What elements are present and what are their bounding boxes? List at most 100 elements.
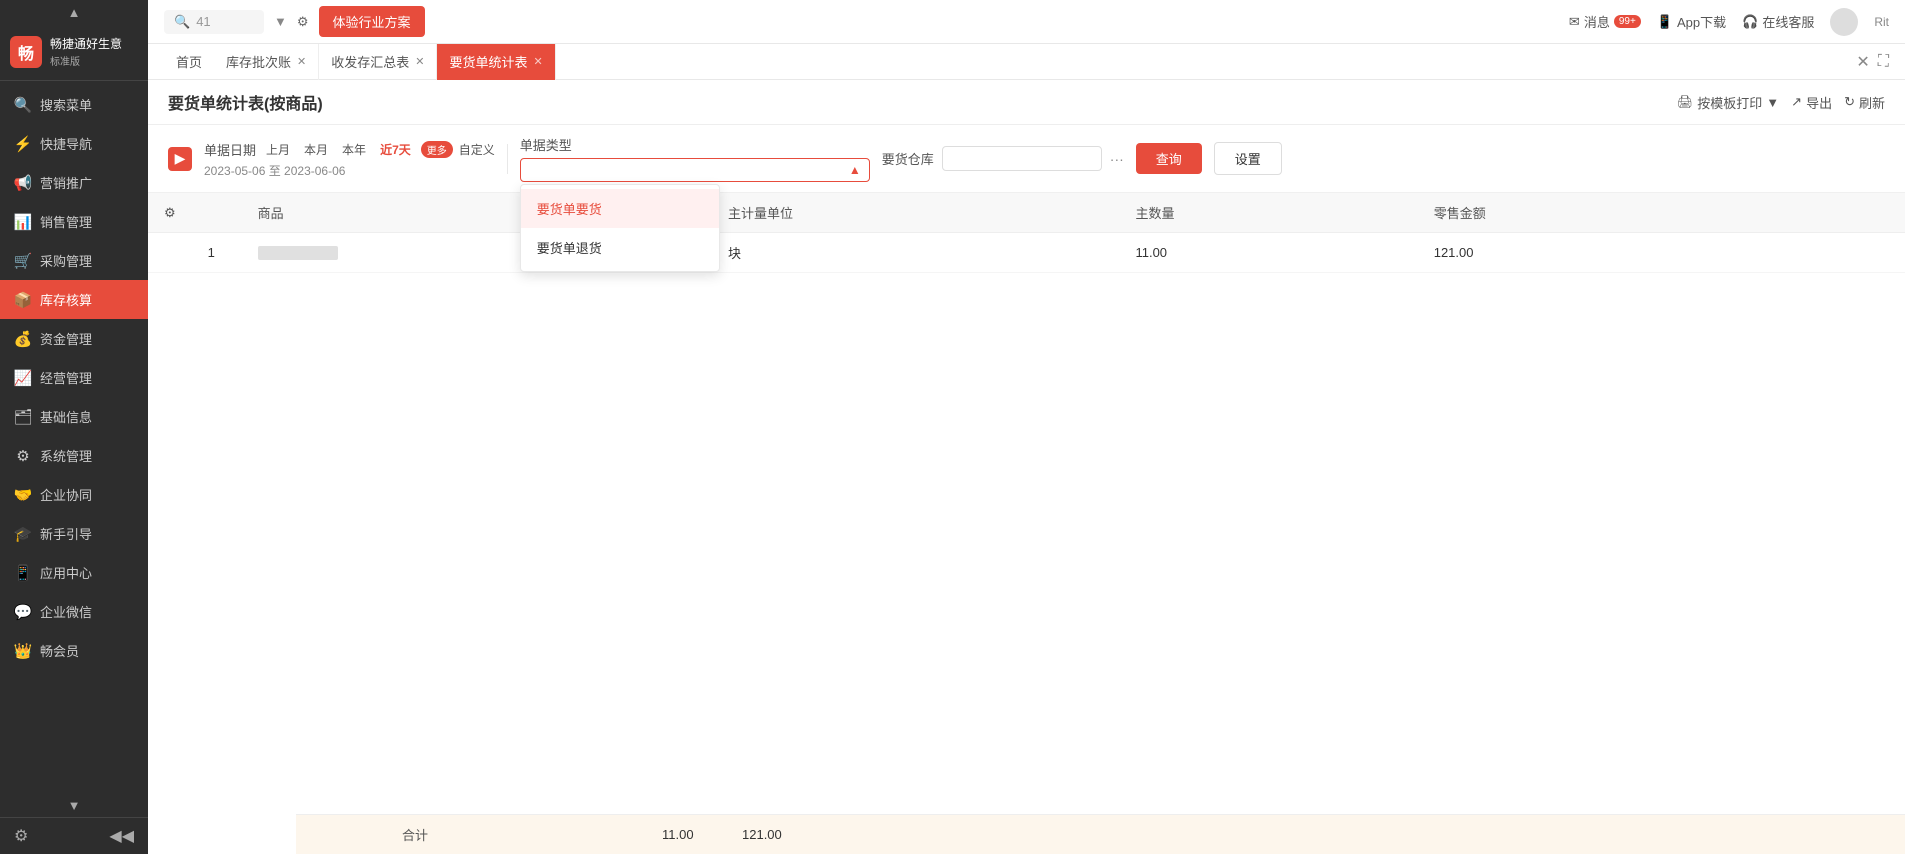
sidebar-item-app-center-label: 应用中心: [40, 563, 92, 582]
print-template-label: 按模板打印: [1697, 93, 1762, 112]
search-mini-icon: 🔍: [174, 14, 190, 30]
topbar-dropdown-icon[interactable]: ▼: [274, 14, 287, 29]
system-icon: ⚙: [14, 447, 32, 465]
online-service-button[interactable]: 🎧 在线客服: [1742, 12, 1814, 31]
tab-inventory-batch[interactable]: 库存批次账 ✕: [214, 44, 319, 80]
col-amount-header: 零售金额: [1418, 193, 1771, 233]
filter-warehouse-label: 要货仓库: [882, 149, 934, 168]
close-all-tabs-icon[interactable]: ✕: [1856, 52, 1869, 72]
date-btn-7days[interactable]: 近7天: [376, 139, 415, 160]
row-quantity-cell: 11.00: [1119, 233, 1417, 273]
date-btn-up[interactable]: 上月: [262, 139, 294, 160]
sidebar-scroll-down[interactable]: ▼: [0, 793, 148, 817]
sidebar-item-search[interactable]: 🔍 搜索菜单: [0, 85, 148, 124]
refresh-icon: ↻: [1844, 94, 1855, 110]
date-custom-btn[interactable]: 自定义: [459, 141, 495, 158]
filter-expand-button[interactable]: ▶: [168, 147, 192, 171]
col-settings-header[interactable]: ⚙: [148, 193, 192, 233]
filter-type-arrow-icon[interactable]: ▲: [849, 163, 861, 177]
refresh-label: 刷新: [1859, 93, 1885, 112]
date-more-badge[interactable]: 更多: [421, 141, 453, 158]
sidebar-item-inventory[interactable]: 📦 库存核算: [0, 280, 148, 319]
sidebar-item-guide[interactable]: 🎓 新手引导: [0, 514, 148, 553]
print-dropdown-icon: ▼: [1766, 95, 1779, 110]
filter-bar: ▶ 单据日期 上月 本月 本年 近7天 更多 自定义 2023-05-06 至 …: [148, 125, 1905, 193]
dropdown-item-order-return[interactable]: 要货单退货: [521, 228, 719, 267]
sidebar-item-purchase-label: 采购管理: [40, 251, 92, 270]
tabs-actions: ✕ ⛶: [1856, 52, 1889, 72]
sidebar-collapse-icon[interactable]: ◀◀: [109, 826, 134, 846]
tab-order-stats[interactable]: 要货单统计表 ✕: [437, 44, 555, 80]
topbar: 🔍 41 ▼ ⚙ 体验行业方案 ✉ 消息 99+ 📱 App下载 🎧 在线客服 …: [148, 0, 1905, 44]
sidebar-item-system[interactable]: ⚙ 系统管理: [0, 436, 148, 475]
filter-warehouse-input[interactable]: [942, 146, 1102, 171]
app-download-label: App下载: [1677, 12, 1726, 31]
message-icon: ✉: [1569, 14, 1580, 30]
app-download-button[interactable]: 📱 App下载: [1657, 12, 1726, 31]
tab-home[interactable]: 首页: [164, 44, 214, 80]
purchase-icon: 🛒: [14, 252, 32, 270]
filter-type-group: 单据类型 ▲ 要货单要货 要货单退货: [520, 135, 870, 182]
online-service-icon: 🎧: [1742, 14, 1758, 30]
message-label: 消息: [1584, 12, 1610, 31]
sidebar-item-marketing-label: 营销推广: [40, 173, 92, 192]
filter-type-input[interactable]: ▲: [520, 158, 870, 182]
topbar-search[interactable]: 🔍 41: [164, 10, 264, 34]
tab-order-stats-close[interactable]: ✕: [534, 55, 543, 68]
sidebar-item-basic[interactable]: 🗂 基础信息: [0, 397, 148, 436]
trial-button[interactable]: 体验行业方案: [319, 6, 425, 37]
online-service-label: 在线客服: [1762, 12, 1814, 31]
sidebar-item-marketing[interactable]: 📢 营销推广: [0, 163, 148, 202]
settings-gear-icon[interactable]: ⚙: [14, 826, 28, 846]
table-container: ⚙ 商品 主计量单位 主数量 零售金额 1: [148, 193, 1905, 273]
sidebar-item-wechat[interactable]: 💬 企业微信: [0, 592, 148, 631]
sidebar-item-vip-label: 畅会员: [40, 641, 79, 660]
print-template-button[interactable]: 🖨 按模板打印 ▼: [1677, 93, 1779, 112]
col-index-header: [192, 193, 242, 233]
query-button[interactable]: 查询: [1136, 143, 1202, 174]
expand-tab-icon[interactable]: ⛶: [1878, 53, 1889, 71]
user-avatar[interactable]: [1830, 8, 1858, 36]
footer-amount: 121.00: [742, 827, 822, 842]
export-button[interactable]: ↗ 导出: [1791, 93, 1832, 112]
main-area: 🔍 41 ▼ ⚙ 体验行业方案 ✉ 消息 99+ 📱 App下载 🎧 在线客服 …: [148, 0, 1905, 854]
sidebar-item-search-label: 搜索菜单: [40, 95, 92, 114]
filter-warehouse-group: 要货仓库 ···: [882, 146, 1124, 171]
page-title: 要货单统计表(按商品): [168, 90, 323, 114]
dropdown-item-order-goods[interactable]: 要货单要货: [521, 189, 719, 228]
sidebar-item-operation[interactable]: 📈 经营管理: [0, 358, 148, 397]
filter-divider: [507, 144, 508, 174]
sidebar-item-quick-nav[interactable]: ⚡ 快捷导航: [0, 124, 148, 163]
date-btn-year[interactable]: 本年: [338, 139, 370, 160]
export-icon: ↗: [1791, 94, 1802, 110]
date-btn-current[interactable]: 本月: [300, 139, 332, 160]
page-content: 要货单统计表(按商品) 🖨 按模板打印 ▼ ↗ 导出 ↻ 刷新: [148, 80, 1905, 854]
sidebar-item-vip[interactable]: 👑 畅会员: [0, 631, 148, 670]
sales-icon: 📊: [14, 213, 32, 231]
date-shortcuts: 单据日期 上月 本月 本年 近7天 更多 自定义: [204, 139, 495, 160]
sidebar-item-sales-label: 销售管理: [40, 212, 92, 231]
sidebar-item-cooperation[interactable]: 🤝 企业协同: [0, 475, 148, 514]
message-button[interactable]: ✉ 消息 99+: [1569, 12, 1641, 31]
sidebar-item-finance[interactable]: 💰 资金管理: [0, 319, 148, 358]
basic-icon: 🗂: [14, 408, 32, 426]
sidebar-item-operation-label: 经营管理: [40, 368, 92, 387]
tab-receive-summary[interactable]: 收发存汇总表 ✕: [319, 44, 437, 80]
topbar-gear-icon[interactable]: ⚙: [297, 14, 309, 30]
sidebar-item-wechat-label: 企业微信: [40, 602, 92, 621]
tab-receive-summary-close[interactable]: ✕: [415, 55, 424, 68]
type-dropdown-menu: 要货单要货 要货单退货: [520, 184, 720, 272]
tab-inventory-batch-close[interactable]: ✕: [297, 55, 306, 68]
date-range-text: 2023-05-06 至 2023-06-06: [204, 162, 495, 179]
settings-button[interactable]: 设置: [1214, 142, 1282, 175]
inventory-icon: 📦: [14, 291, 32, 309]
sidebar-item-app-center[interactable]: 📱 应用中心: [0, 553, 148, 592]
guide-icon: 🎓: [14, 525, 32, 543]
filter-more-icon[interactable]: ···: [1110, 151, 1124, 167]
refresh-button[interactable]: ↻ 刷新: [1844, 93, 1885, 112]
sidebar-item-sales[interactable]: 📊 销售管理: [0, 202, 148, 241]
export-label: 导出: [1806, 93, 1832, 112]
sidebar-scroll-up[interactable]: ▲: [0, 0, 148, 24]
sidebar-item-purchase[interactable]: 🛒 采购管理: [0, 241, 148, 280]
print-icon: 🖨: [1677, 94, 1694, 110]
